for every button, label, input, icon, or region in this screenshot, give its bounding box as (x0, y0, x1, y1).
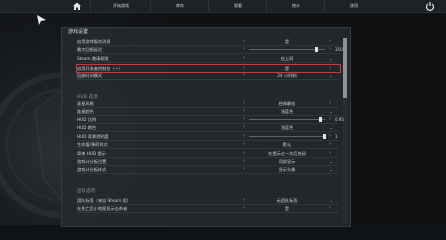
slider-value: 1 (335, 134, 338, 139)
setting-label: 启用开发者控制台（~） (77, 66, 123, 71)
section-title-team: 团队选项 (77, 189, 95, 194)
setting-row[interactable]: 最大回报延迟 ‹ › 350 (77, 46, 343, 54)
next-arrow-icon[interactable]: › (327, 141, 333, 148)
setting-value: 显示头像 (278, 167, 296, 172)
scrollbar-thumb[interactable] (343, 38, 347, 98)
setting-label: 生命值/弹药样式 (77, 142, 108, 147)
setting-row[interactable]: 游戏计分板位置 ‹ 顶部显示 ⌄ (77, 158, 339, 166)
slider-knob[interactable] (323, 134, 326, 139)
chevron-down-icon[interactable]: ⌄ (327, 55, 335, 62)
setting-label: 回放时间模式 (77, 73, 103, 78)
setting-value: 顶部显示 (278, 159, 296, 164)
setting-label: 最大回报延迟 (77, 47, 103, 52)
setting-value: 是 (284, 39, 290, 44)
next-arrow-icon[interactable]: › (327, 38, 333, 45)
setting-row[interactable]: HUD 颜色 ‹ 浅蓝色 ⌄ (77, 124, 339, 132)
setting-label: 准星风格 (77, 101, 94, 106)
next-arrow-icon[interactable]: › (327, 150, 333, 157)
increase-arrow-icon[interactable]: › (327, 116, 333, 123)
setting-value: 是 (284, 66, 290, 71)
setting-value: 是 (284, 206, 290, 211)
previous-arrow-icon[interactable]: ‹ (241, 166, 247, 173)
setting-row[interactable]: 简单 HUD 提示 ‹ 在提示过一次后关闭 › (77, 150, 339, 158)
chevron-down-icon[interactable]: ⌄ (327, 72, 335, 79)
setting-label: HUD 颜色 (77, 125, 97, 130)
slider-value: 350 (335, 47, 343, 52)
setting-value: 浅蓝色 (280, 125, 294, 130)
increase-arrow-icon[interactable]: › (327, 133, 333, 140)
previous-arrow-icon[interactable]: ‹ (241, 100, 247, 107)
tab-options[interactable]: 选项 (324, 0, 383, 12)
chevron-down-icon[interactable]: ⌄ (327, 124, 335, 131)
setting-slider[interactable] (249, 119, 325, 120)
setting-label: 团队标签（来自 Steam 组） (77, 198, 131, 203)
setting-label: HUD 背景透明度 (77, 134, 109, 139)
next-arrow-icon[interactable]: › (327, 65, 333, 72)
previous-arrow-icon[interactable]: ‹ (241, 197, 247, 204)
next-arrow-icon[interactable]: › (327, 205, 333, 212)
power-icon[interactable] (425, 1, 435, 11)
setting-value: 默认 (282, 142, 292, 147)
setting-value: 24 小时制 (277, 73, 297, 78)
decrease-arrow-icon[interactable]: ‹ (241, 46, 247, 53)
setting-row[interactable]: 团队标签（来自 Steam 组） ‹ 无团队标签 ⌄ (77, 197, 339, 205)
setting-value: 无团队标签 (276, 198, 298, 203)
setting-label: HUD 比例 (77, 117, 97, 122)
setting-row[interactable]: 游戏计分板样式 ‹ 显示头像 ⌄ (77, 166, 339, 174)
previous-arrow-icon[interactable]: ‹ (241, 55, 247, 62)
setting-label: 准星颜色 (77, 109, 94, 114)
setting-label: 在死亡后小地图显示击杀者 (77, 206, 128, 211)
setting-label: 游戏计分板样式 (77, 167, 107, 172)
previous-arrow-icon[interactable]: ‹ (241, 150, 247, 157)
chevron-down-icon[interactable]: ⌄ (327, 166, 335, 173)
setting-slider[interactable] (249, 49, 325, 50)
setting-row[interactable]: 在死亡后小地图显示击杀者 ‹ 是 › (77, 205, 339, 213)
setting-row[interactable]: 回放时间模式 ‹ 24 小时制 ⌄ (77, 72, 339, 80)
tab-inventory[interactable]: 库存 (150, 0, 209, 12)
increase-arrow-icon[interactable]: › (327, 46, 333, 53)
setting-row[interactable]: 启用游戏服务消息 ‹ 是 › (77, 38, 339, 46)
previous-arrow-icon[interactable]: ‹ (241, 205, 247, 212)
tab-play[interactable]: 开始游戏 (90, 0, 151, 12)
setting-value: 在提示过一次后关闭 (268, 151, 306, 156)
setting-row[interactable]: 生命值/弹药样式 ‹ 默认 › (77, 141, 339, 149)
previous-arrow-icon[interactable]: ‹ (241, 38, 247, 45)
previous-arrow-icon[interactable]: ‹ (241, 108, 247, 115)
chevron-down-icon[interactable]: ⌄ (327, 158, 335, 165)
setting-label: 简单 HUD 提示 (77, 151, 106, 156)
previous-arrow-icon[interactable]: ‹ (241, 65, 247, 72)
slider-knob[interactable] (315, 47, 319, 52)
setting-row[interactable]: 准星风格 ‹ 经典静态 › (77, 100, 339, 108)
setting-label: Steam 邀请权限 (77, 56, 109, 61)
setting-row[interactable]: 准星颜色 ‹ 浅蓝色 ⌄ (77, 108, 339, 116)
chevron-down-icon[interactable]: ⌄ (327, 197, 335, 204)
tab-watch[interactable]: 观看 (208, 0, 267, 12)
chevron-down-icon[interactable]: ⌄ (327, 108, 335, 115)
slider-knob[interactable] (319, 117, 323, 122)
setting-value: 经典静态 (278, 101, 296, 106)
previous-arrow-icon[interactable]: ‹ (241, 141, 247, 148)
setting-row[interactable]: Steam 邀请权限 ‹ 仅上网 ⌄ (77, 55, 339, 63)
setting-label: 启用游戏服务消息 (77, 39, 111, 44)
previous-arrow-icon[interactable]: ‹ (241, 72, 247, 79)
cursor-icon (37, 15, 46, 25)
scrollbar[interactable] (343, 38, 347, 223)
setting-value: 仅上网 (280, 56, 294, 61)
setting-row[interactable]: HUD 背景透明度 ‹ › 1 (77, 133, 339, 141)
setting-label: 游戏计分板位置 (77, 159, 107, 164)
previous-arrow-icon[interactable]: ‹ (241, 158, 247, 165)
setting-value: 浅蓝色 (280, 109, 294, 114)
next-arrow-icon[interactable]: › (327, 100, 333, 107)
setting-slider[interactable] (249, 136, 325, 137)
decrease-arrow-icon[interactable]: ‹ (241, 116, 247, 123)
tab-stats[interactable]: 统计 (266, 0, 325, 12)
previous-arrow-icon[interactable]: ‹ (241, 124, 247, 131)
top-nav-bar: 开始游戏 库存 观看 统计 选项 (0, 0, 446, 13)
setting-row[interactable]: HUD 比例 ‹ › 0.95 (77, 116, 344, 124)
panel-title: 游戏设置 (68, 29, 89, 35)
decrease-arrow-icon[interactable]: ‹ (241, 133, 247, 140)
home-icon[interactable] (72, 1, 82, 11)
slider-value: 0.95 (335, 117, 344, 122)
